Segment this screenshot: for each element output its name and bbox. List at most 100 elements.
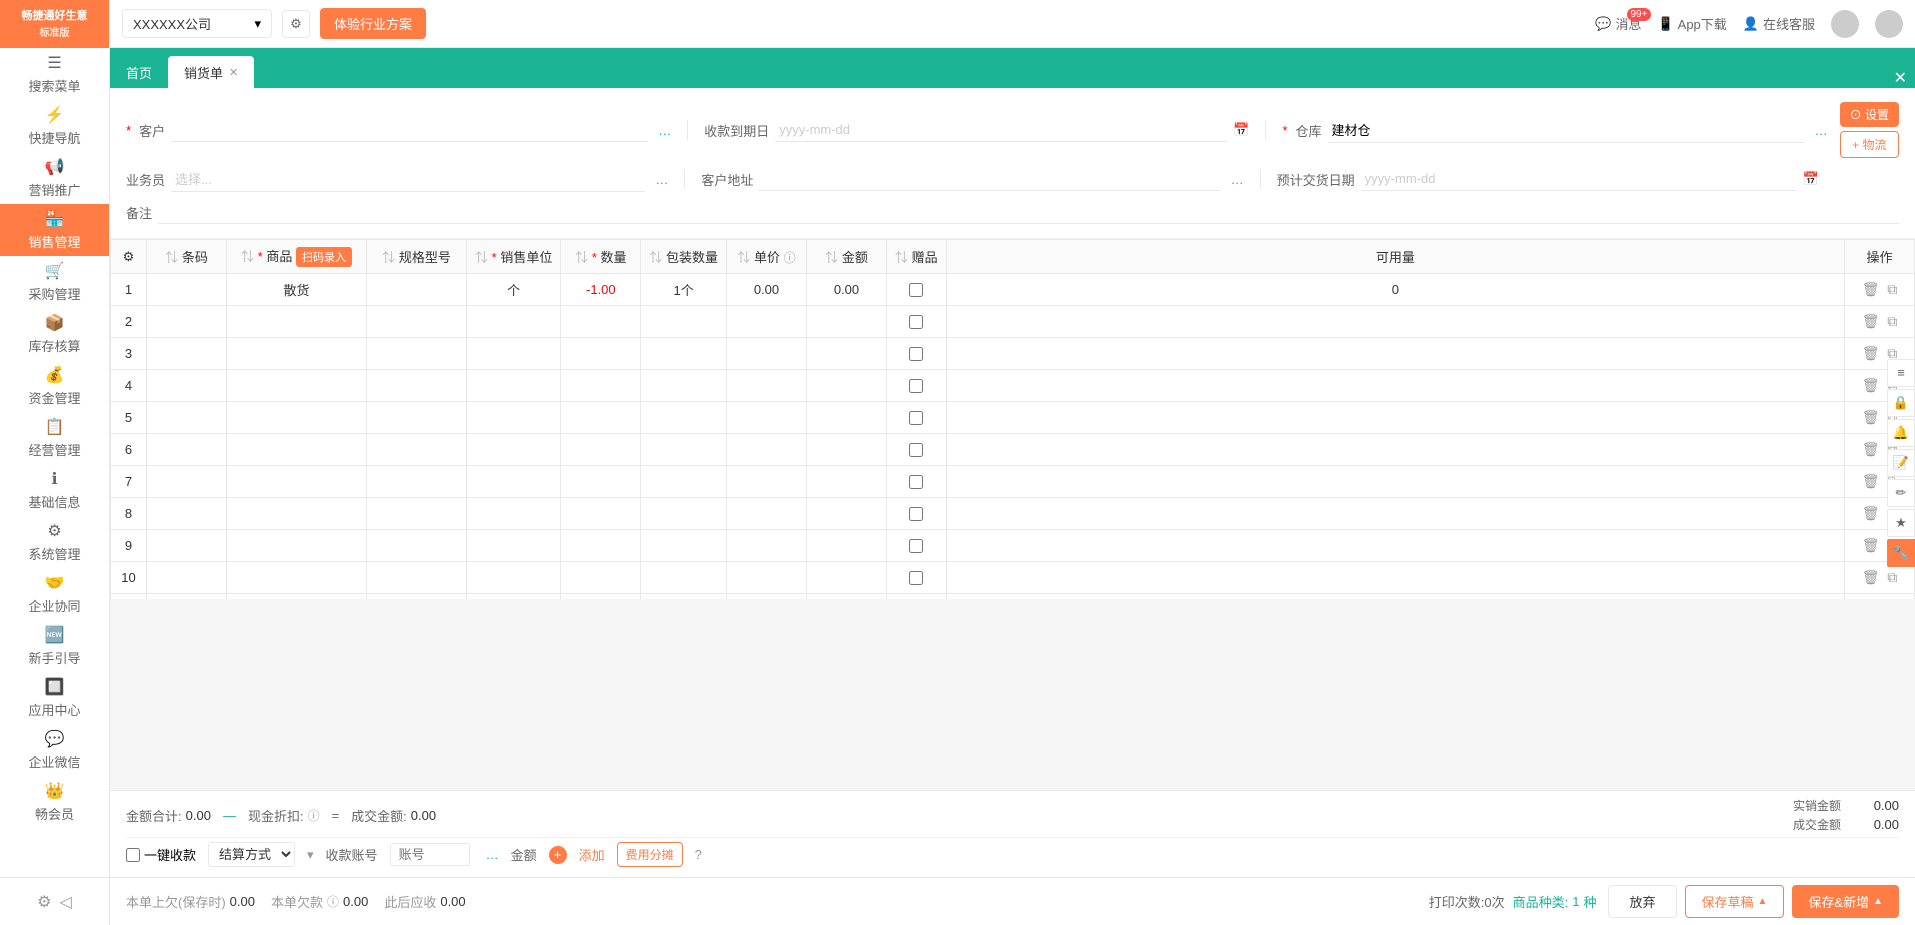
customer-dots-icon[interactable]: … xyxy=(658,123,671,138)
row-barcode-cell[interactable] xyxy=(147,562,227,594)
expected-date-calendar-icon[interactable]: 📅 xyxy=(1803,171,1819,187)
sidebar-item-guide[interactable]: 🆕 新手引导 xyxy=(0,620,109,672)
row-delete-icon[interactable]: 🗑 xyxy=(1860,537,1882,553)
row-qty-cell[interactable]: -1.00 xyxy=(561,274,641,306)
sidebar-item-finance[interactable]: 💰 资金管理 xyxy=(0,360,109,412)
row-unit-cell[interactable] xyxy=(467,466,561,498)
row-product-cell[interactable] xyxy=(227,306,367,338)
row-spec-cell[interactable] xyxy=(367,274,467,306)
due-date-calendar-icon[interactable]: 📅 xyxy=(1233,122,1249,138)
row-amount-cell[interactable] xyxy=(807,594,887,600)
sidebar-item-system[interactable]: ⚙ 系统管理 xyxy=(0,516,109,568)
row-gift-checkbox[interactable] xyxy=(909,379,923,393)
row-qty-cell[interactable] xyxy=(561,338,641,370)
row-copy-icon[interactable]: ⧉ xyxy=(1885,569,1899,585)
row-product-cell[interactable] xyxy=(227,594,367,600)
row-qty-cell[interactable] xyxy=(561,466,641,498)
row-spec-cell[interactable] xyxy=(367,530,467,562)
row-amount-cell[interactable] xyxy=(807,434,887,466)
price-info-icon[interactable]: ⓘ xyxy=(784,251,796,265)
row-product-cell[interactable] xyxy=(227,466,367,498)
row-price-cell[interactable] xyxy=(727,530,807,562)
save-draft-button[interactable]: 保存草稿 ▲ xyxy=(1685,885,1785,918)
customer-addr-input[interactable] xyxy=(759,167,1220,191)
row-delete-icon[interactable]: 🗑 xyxy=(1860,569,1882,585)
row-pkg-qty-cell[interactable] xyxy=(641,498,727,530)
row-unit-cell[interactable] xyxy=(467,306,561,338)
payment-account-dots-icon[interactable]: … xyxy=(486,847,499,862)
row-qty-cell[interactable] xyxy=(561,562,641,594)
row-gift-checkbox[interactable] xyxy=(909,475,923,489)
row-barcode-cell[interactable] xyxy=(147,274,227,306)
message-button[interactable]: 💬 消息 99+ xyxy=(1595,14,1641,33)
row-delete-icon[interactable]: 🗑 xyxy=(1860,345,1882,361)
row-barcode-cell[interactable] xyxy=(147,370,227,402)
row-qty-cell[interactable] xyxy=(561,434,641,466)
row-gift-checkbox[interactable] xyxy=(909,539,923,553)
row-price-cell[interactable] xyxy=(727,434,807,466)
payment-account-input[interactable] xyxy=(390,843,470,866)
row-price-cell[interactable] xyxy=(727,402,807,434)
one-click-pay-checkbox[interactable] xyxy=(126,848,140,862)
sidebar-item-corp[interactable]: 🤝 企业协同 xyxy=(0,568,109,620)
try-plan-button[interactable]: 体验行业方案 xyxy=(320,8,426,39)
row-gift-checkbox[interactable] xyxy=(909,283,923,297)
row-product-cell[interactable] xyxy=(227,338,367,370)
sidebar-item-marketing[interactable]: 📢 营销推广 xyxy=(0,152,109,204)
row-unit-cell[interactable] xyxy=(467,402,561,434)
logistics-button[interactable]: + 物流 xyxy=(1840,131,1899,158)
right-panel-btn-7[interactable]: 🔧 xyxy=(1887,539,1915,567)
row-qty-cell[interactable] xyxy=(561,530,641,562)
row-product-cell[interactable] xyxy=(227,370,367,402)
sidebar-item-quick-nav[interactable]: ⚡ 快捷导航 xyxy=(0,100,109,152)
owe-info-icon[interactable]: ⓘ xyxy=(327,893,339,910)
user-avatar[interactable] xyxy=(1831,10,1859,38)
row-product-cell[interactable]: 散货 xyxy=(227,274,367,306)
expected-date-input[interactable]: yyyy-mm-dd xyxy=(1361,167,1797,191)
row-pkg-qty-cell[interactable]: 1个 xyxy=(641,274,727,306)
warehouse-dots-icon[interactable]: … xyxy=(1815,123,1828,138)
row-gift-checkbox[interactable] xyxy=(909,411,923,425)
sidebar-item-member[interactable]: 👑 畅会员 xyxy=(0,776,109,828)
row-amount-cell[interactable] xyxy=(807,530,887,562)
row-unit-cell[interactable] xyxy=(467,562,561,594)
company-settings-button[interactable]: ⚙ xyxy=(282,10,310,38)
row-unit-cell[interactable]: 个 xyxy=(467,274,561,306)
note-input[interactable] xyxy=(158,200,1899,224)
row-gift-checkbox[interactable] xyxy=(909,443,923,457)
row-delete-icon[interactable]: 🗑 xyxy=(1860,377,1882,393)
sidebar-item-operations[interactable]: 📋 经营管理 xyxy=(0,412,109,464)
close-window-icon[interactable]: ✕ xyxy=(1894,68,1907,88)
settings-button[interactable]: ⊙ 设置 xyxy=(1840,102,1899,127)
sidebar-item-search[interactable]: ☰ 搜索菜单 xyxy=(0,48,109,100)
add-payment-button[interactable]: + xyxy=(549,846,567,864)
row-spec-cell[interactable] xyxy=(367,370,467,402)
abandon-button[interactable]: 放弃 xyxy=(1608,885,1676,918)
row-gift-checkbox[interactable] xyxy=(909,315,923,329)
row-qty-cell[interactable] xyxy=(561,306,641,338)
save-new-button[interactable]: 保存&新增 ▲ xyxy=(1792,885,1899,918)
payment-method-select[interactable]: 结算方式 xyxy=(208,842,295,867)
settings-bottom-icon[interactable]: ⚙ xyxy=(37,892,51,912)
row-qty-cell[interactable] xyxy=(561,370,641,402)
payment-help-icon[interactable]: ? xyxy=(695,847,702,862)
row-barcode-cell[interactable] xyxy=(147,402,227,434)
right-panel-btn-3[interactable]: 🔔 xyxy=(1887,419,1915,447)
row-gift-checkbox[interactable] xyxy=(909,347,923,361)
row-delete-icon[interactable]: 🗑 xyxy=(1860,473,1882,489)
product-type-selector[interactable]: 商品种类: 1 种 xyxy=(1513,892,1597,911)
row-pkg-qty-cell[interactable] xyxy=(641,594,727,600)
row-unit-cell[interactable] xyxy=(467,498,561,530)
sidebar-item-sales[interactable]: 🏪 销售管理 xyxy=(0,204,109,256)
right-panel-btn-6[interactable]: ★ xyxy=(1887,509,1915,537)
row-pkg-qty-cell[interactable] xyxy=(641,434,727,466)
row-amount-cell[interactable] xyxy=(807,402,887,434)
row-pkg-qty-cell[interactable] xyxy=(641,466,727,498)
row-gift-checkbox[interactable] xyxy=(909,507,923,521)
user-avatar-extra[interactable] xyxy=(1875,10,1903,38)
right-panel-btn-4[interactable]: 📝 xyxy=(1887,449,1915,477)
right-panel-btn-1[interactable]: ≡ xyxy=(1887,359,1915,387)
row-price-cell[interactable] xyxy=(727,370,807,402)
scan-barcode-button[interactable]: 扫码录入 xyxy=(296,247,352,267)
company-selector[interactable]: XXXXXX公司 ▾ xyxy=(122,9,272,38)
